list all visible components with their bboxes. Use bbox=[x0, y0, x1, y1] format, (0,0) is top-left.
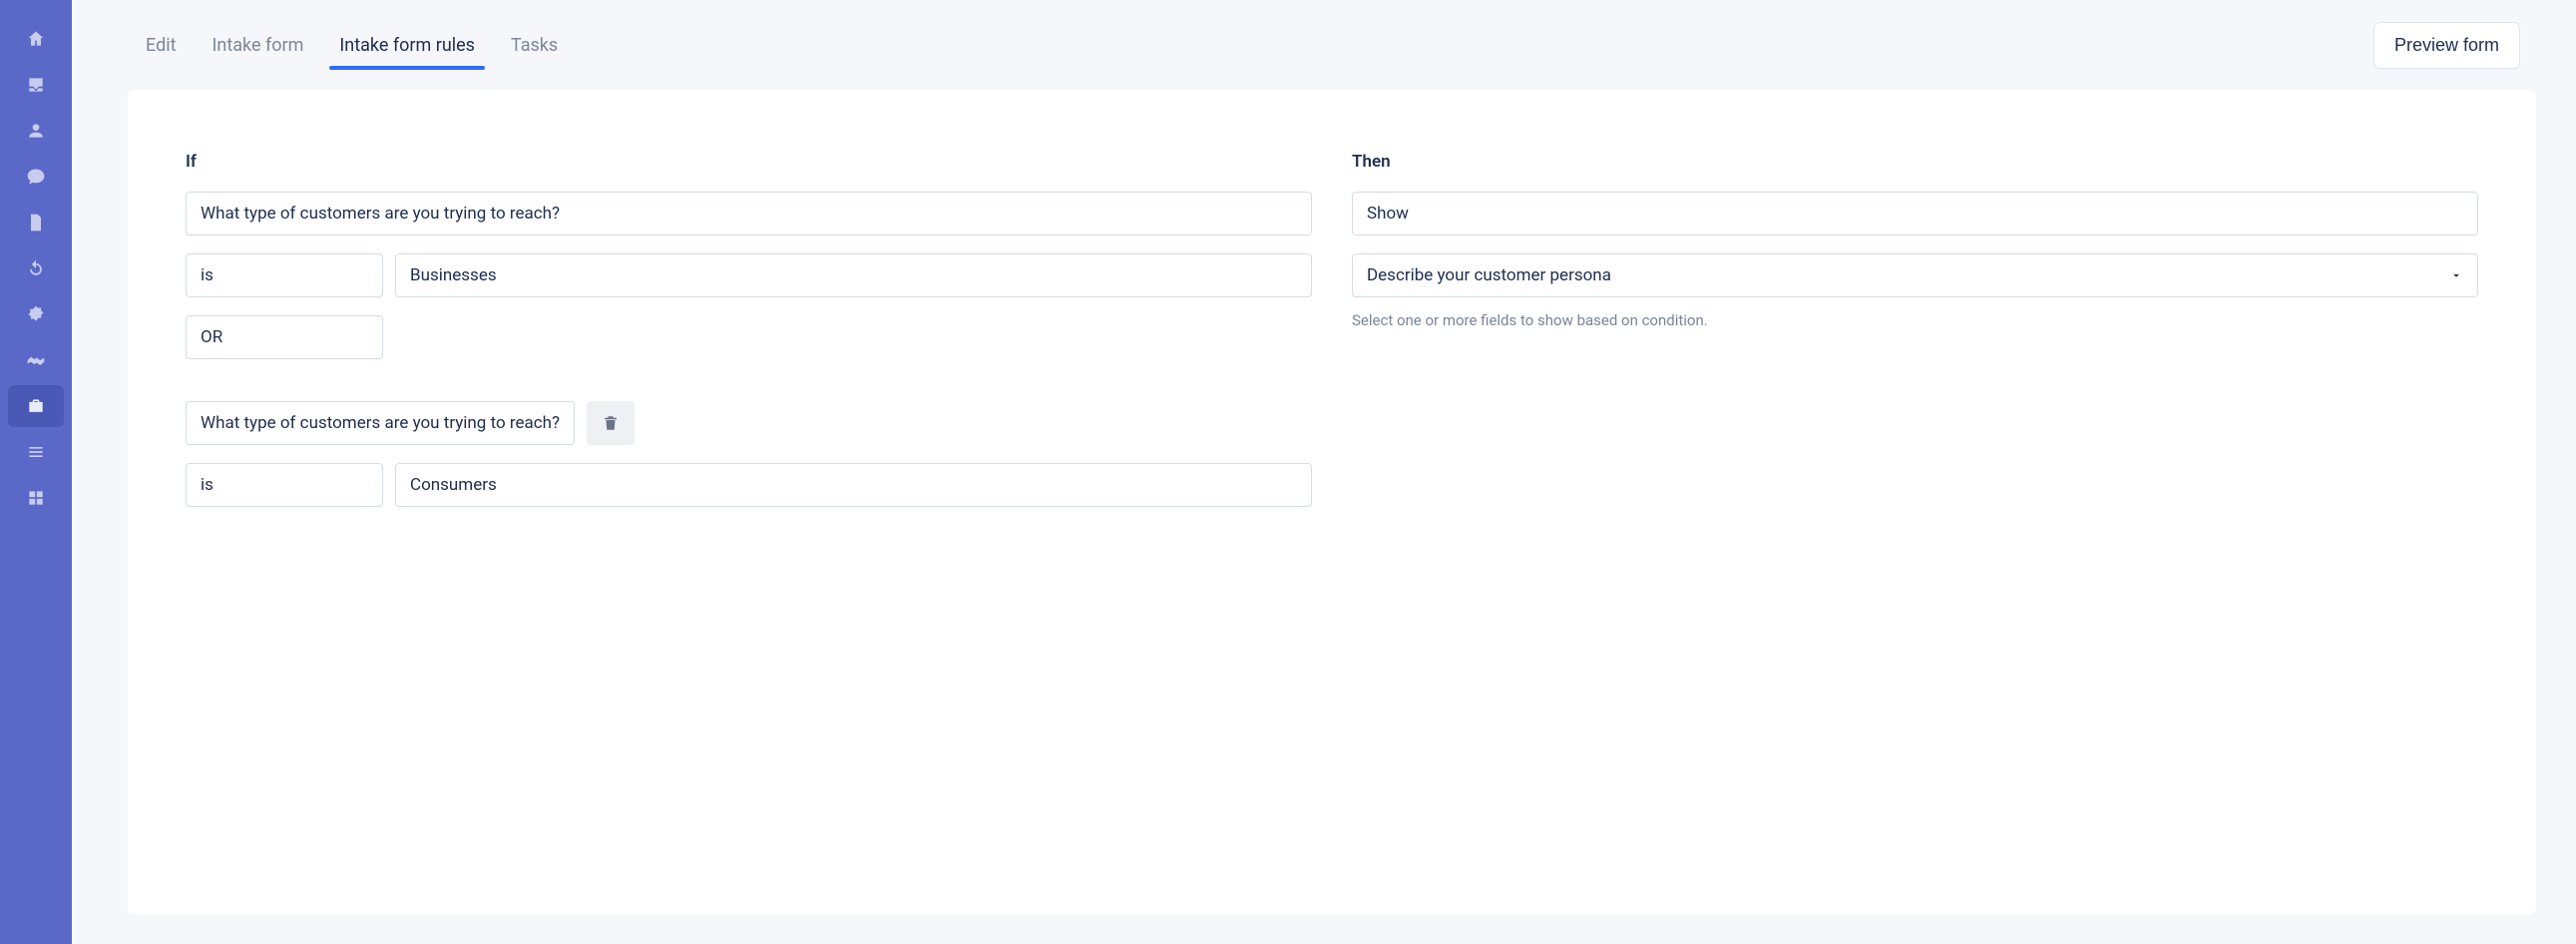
sidebar-inbox-icon[interactable] bbox=[8, 64, 64, 106]
sidebar bbox=[0, 0, 72, 944]
condition-1-operator-select[interactable]: is bbox=[186, 253, 383, 297]
sidebar-home-icon[interactable] bbox=[8, 18, 64, 60]
main: Edit Intake form Intake form rules Tasks… bbox=[72, 0, 2576, 944]
sidebar-refresh-icon[interactable] bbox=[8, 247, 64, 289]
then-action-label: Show bbox=[1367, 204, 1409, 224]
condition-1-question-select[interactable]: What type of customers are you trying to… bbox=[186, 192, 1312, 236]
if-title: If bbox=[186, 152, 1312, 172]
if-column: If What type of customers are you trying… bbox=[186, 152, 1312, 874]
sidebar-badge-icon[interactable] bbox=[8, 293, 64, 335]
then-action-select[interactable]: Show bbox=[1352, 192, 2478, 236]
condition-1-question-label: What type of customers are you trying to… bbox=[201, 204, 560, 224]
then-column: Then Show Describe your customer persona… bbox=[1352, 152, 2478, 874]
sidebar-grid-icon[interactable] bbox=[8, 477, 64, 519]
sidebar-handshake-icon[interactable] bbox=[8, 339, 64, 381]
condition-1-value-select[interactable]: Businesses bbox=[395, 253, 1312, 297]
then-target-select[interactable]: Describe your customer persona bbox=[1352, 253, 2478, 297]
tab-tasks[interactable]: Tasks bbox=[511, 17, 558, 74]
tab-intake-form[interactable]: Intake form bbox=[212, 17, 303, 74]
tab-edit[interactable]: Edit bbox=[146, 17, 176, 74]
sidebar-user-icon[interactable] bbox=[8, 110, 64, 152]
then-target-label: Describe your customer persona bbox=[1367, 265, 1611, 285]
condition-connector-select[interactable]: OR bbox=[186, 315, 383, 359]
then-title: Then bbox=[1352, 152, 2478, 172]
sidebar-document-icon[interactable] bbox=[8, 202, 64, 243]
trash-icon bbox=[602, 414, 620, 432]
chevron-down-icon bbox=[2449, 268, 2463, 282]
condition-2-operator-select[interactable]: is bbox=[186, 463, 383, 507]
rule-panel: If What type of customers are you trying… bbox=[128, 90, 2536, 914]
sidebar-list-icon[interactable] bbox=[8, 431, 64, 473]
tab-intake-form-rules[interactable]: Intake form rules bbox=[339, 17, 475, 74]
condition-2-question-select[interactable]: What type of customers are you trying to… bbox=[186, 401, 575, 445]
condition-2-question-label: What type of customers are you trying to… bbox=[201, 413, 560, 433]
topbar: Edit Intake form Intake form rules Tasks… bbox=[72, 0, 2576, 90]
condition-2-value-select[interactable]: Consumers bbox=[395, 463, 1312, 507]
tabs: Edit Intake form Intake form rules Tasks bbox=[146, 17, 558, 74]
condition-2-delete-button[interactable] bbox=[587, 401, 635, 445]
condition-2-operator-label: is bbox=[201, 475, 214, 495]
condition-1-operator-label: is bbox=[201, 265, 214, 285]
then-help-text: Select one or more fields to show based … bbox=[1352, 311, 2478, 329]
condition-connector-label: OR bbox=[201, 327, 222, 347]
preview-form-button[interactable]: Preview form bbox=[2373, 22, 2520, 69]
condition-2-value-label: Consumers bbox=[410, 475, 497, 495]
condition-1-value-label: Businesses bbox=[410, 265, 497, 285]
sidebar-briefcase-icon[interactable] bbox=[8, 385, 64, 427]
sidebar-chat-icon[interactable] bbox=[8, 156, 64, 198]
